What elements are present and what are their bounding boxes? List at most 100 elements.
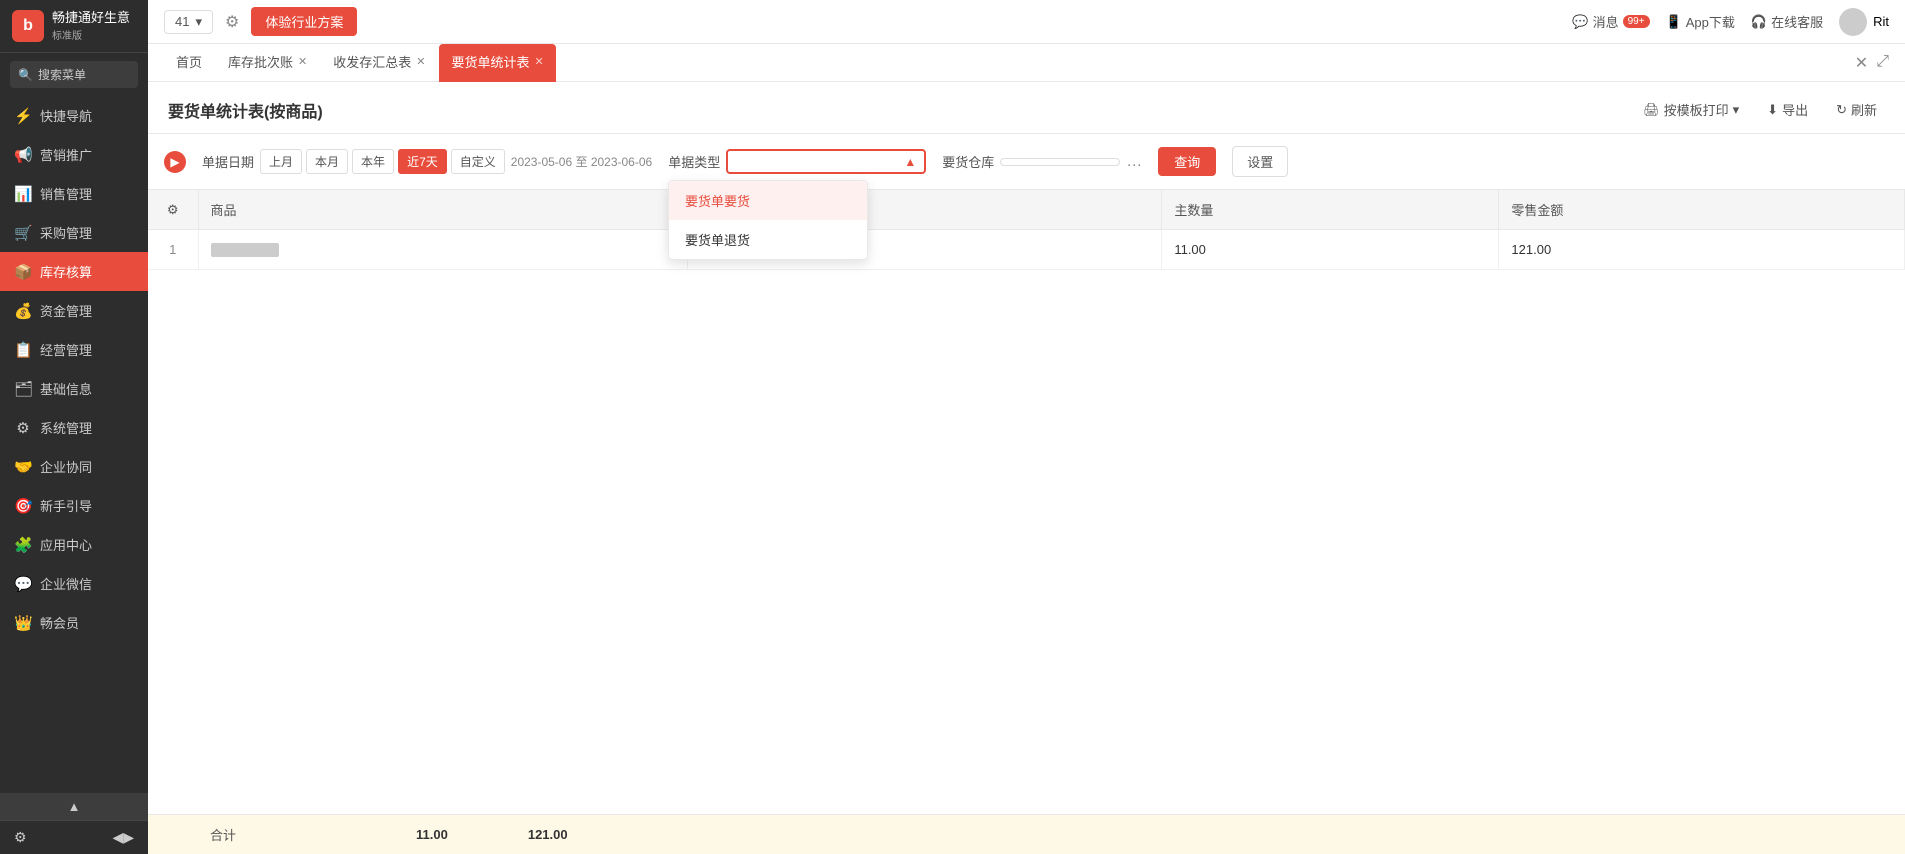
finance-icon: 💰: [14, 302, 32, 320]
enterprise-icon: 🤝: [14, 458, 32, 476]
warehouse-filter-group: 要货仓库 …: [942, 152, 1142, 171]
settings-icon[interactable]: ⚙: [14, 829, 27, 846]
sidebar-item-marketing[interactable]: 📢 营销推广: [0, 135, 148, 174]
sidebar-item-wechat[interactable]: 💬 企业微信: [0, 564, 148, 603]
online-service-btn[interactable]: 🎧 在线客服: [1751, 12, 1823, 31]
print-icon: 🖨: [1643, 102, 1660, 118]
topbar: 41 ▾ ⚙ 体验行业方案 💬 消息 99+ 📱 App下载 🎧 在线客服 Ri…: [148, 0, 1905, 44]
sidebar-item-quick-nav[interactable]: ⚡ 快捷导航: [0, 96, 148, 135]
query-button[interactable]: 查询: [1158, 147, 1216, 176]
tab-close-collection-summary[interactable]: ✕: [416, 55, 425, 68]
cell-amount: 121.00: [1499, 230, 1905, 270]
logo-area: b 畅捷通好生意 标准版: [0, 0, 148, 53]
date-last-month-btn[interactable]: 上月: [260, 149, 302, 174]
blurred-product-name: ████████: [211, 243, 279, 257]
refresh-icon: ↻: [1836, 102, 1847, 118]
message-btn[interactable]: 💬 消息 99+: [1572, 12, 1649, 31]
tab-collection-summary[interactable]: 收发存汇总表 ✕: [321, 44, 437, 82]
date-buttons: 上月 本月 本年 近7天 自定义: [260, 149, 505, 174]
avatar: [1839, 8, 1867, 36]
table-area: ⚙ 商品 主计量单位 主数量 零售金额 1 ████████ 块 11.: [148, 190, 1905, 814]
table-header-row: ⚙ 商品 主计量单位 主数量 零售金额: [148, 190, 1905, 230]
table-footer: 合计 11.00 121.00: [148, 814, 1905, 854]
sidebar-scroll-up[interactable]: ▲: [0, 793, 148, 820]
app-download-icon: 📱: [1666, 14, 1682, 30]
quick-nav-icon: ⚡: [14, 107, 32, 125]
sidebar-item-enterprise[interactable]: 🤝 企业协同: [0, 447, 148, 486]
search-menu[interactable]: 🔍 搜索菜单: [10, 61, 138, 88]
expand-filter-button[interactable]: ▶: [164, 151, 186, 173]
logo-icon: b: [12, 10, 44, 42]
date-this-month-btn[interactable]: 本月: [306, 149, 348, 174]
sidebar-item-guide[interactable]: 🎯 新手引导: [0, 486, 148, 525]
sidebar-footer: ⚙ ◀▶: [0, 820, 148, 854]
page-title: 要货单统计表(按商品): [168, 98, 323, 122]
marketing-icon: 📢: [14, 146, 32, 164]
tab-home[interactable]: 首页: [164, 44, 214, 82]
gear-icon[interactable]: ⚙: [225, 12, 239, 32]
trial-button[interactable]: 体验行业方案: [251, 7, 357, 36]
service-icon: 🎧: [1751, 14, 1767, 30]
warehouse-input[interactable]: [1000, 158, 1120, 166]
table-row: 1 ████████ 块 11.00 121.00: [148, 230, 1905, 270]
sidebar-item-purchase[interactable]: 🛒 采购管理: [0, 213, 148, 252]
type-dropdown: 要货单要货 要货单退货: [668, 180, 868, 260]
main-area: 41 ▾ ⚙ 体验行业方案 💬 消息 99+ 📱 App下载 🎧 在线客服 Ri…: [148, 0, 1905, 854]
tabs-controls: ✕ ⤢: [1855, 53, 1889, 73]
app-icon: 🧩: [14, 536, 32, 554]
message-icon: 💬: [1572, 14, 1588, 30]
sidebar-item-inventory[interactable]: 📦 库存核算: [0, 252, 148, 291]
sidebar-item-sales[interactable]: 📊 销售管理: [0, 174, 148, 213]
sidebar-item-operations[interactable]: 📋 经营管理: [0, 330, 148, 369]
sidebar-item-member[interactable]: 👑 畅会员: [0, 603, 148, 642]
sales-icon: 📊: [14, 185, 32, 203]
date-this-year-btn[interactable]: 本年: [352, 149, 394, 174]
purchase-icon: 🛒: [14, 224, 32, 242]
date-last-7days-btn[interactable]: 近7天: [398, 149, 447, 174]
cell-quantity: 11.00: [1162, 230, 1499, 270]
col-quantity: 主数量: [1162, 190, 1499, 230]
sidebar-item-base[interactable]: 🗂 基础信息: [0, 369, 148, 408]
page-actions: 🖨 按模板打印 ▾ ⬇ 导出 ↻ 刷新: [1635, 96, 1885, 123]
print-button[interactable]: 🖨 按模板打印 ▾: [1635, 96, 1747, 123]
guide-icon: 🎯: [14, 497, 32, 515]
more-filters-icon[interactable]: …: [1126, 153, 1142, 171]
setting-button[interactable]: 设置: [1232, 146, 1288, 177]
sidebar-nav: ⚡ 快捷导航 📢 营销推广 📊 销售管理 🛒 采购管理 📦 库存核算 💰 资金管…: [0, 96, 148, 793]
print-dropdown-icon: ▾: [1733, 102, 1740, 118]
date-custom-btn[interactable]: 自定义: [451, 149, 505, 174]
sidebar-item-app[interactable]: 🧩 应用中心: [0, 525, 148, 564]
cell-product: ████████: [198, 230, 688, 270]
type-filter-group: 单据类型 ▲: [668, 149, 926, 174]
app-download-btn[interactable]: 📱 App下载: [1666, 12, 1735, 31]
sidebar-item-system[interactable]: ⚙ 系统管理: [0, 408, 148, 447]
search-icon: 🔍: [18, 68, 33, 82]
content-area: 要货单统计表(按商品) 🖨 按模板打印 ▾ ⬇ 导出 ↻ 刷新 ▶: [148, 82, 1905, 854]
version-selector[interactable]: 41 ▾: [164, 10, 213, 34]
sidebar: b 畅捷通好生意 标准版 🔍 搜索菜单 ⚡ 快捷导航 📢 营销推广 📊 销售管理…: [0, 0, 148, 854]
dropdown-arrow-icon: ▾: [195, 14, 202, 30]
refresh-button[interactable]: ↻ 刷新: [1828, 96, 1885, 123]
dropdown-item-1[interactable]: 要货单退货: [669, 220, 867, 259]
user-area[interactable]: Rit: [1839, 8, 1889, 36]
type-select-arrow-icon: ▲: [904, 155, 916, 169]
export-button[interactable]: ⬇ 导出: [1759, 96, 1816, 123]
message-badge: 99+: [1623, 15, 1650, 28]
system-icon: ⚙: [14, 419, 32, 437]
tab-close-order-stats[interactable]: ✕: [535, 55, 544, 68]
operations-icon: 📋: [14, 341, 32, 359]
tab-close-all-icon[interactable]: ✕: [1855, 53, 1868, 73]
logo-text: 畅捷通好生意 标准版: [52, 10, 130, 42]
tab-close-inventory-batch[interactable]: ✕: [298, 55, 307, 68]
date-range-text: 2023-05-06 至 2023-06-06: [511, 153, 652, 170]
collapse-icon[interactable]: ◀▶: [112, 829, 134, 846]
dropdown-item-0[interactable]: 要货单要货: [669, 181, 867, 220]
sidebar-item-finance[interactable]: 💰 资金管理: [0, 291, 148, 330]
col-settings[interactable]: ⚙: [148, 190, 198, 230]
tab-inventory-batch[interactable]: 库存批次账 ✕: [216, 44, 319, 82]
type-select[interactable]: ▲: [726, 149, 926, 174]
page-header: 要货单统计表(按商品) 🖨 按模板打印 ▾ ⬇ 导出 ↻ 刷新: [148, 82, 1905, 134]
tab-expand-icon[interactable]: ⤢: [1876, 53, 1889, 73]
date-filter-group: 单据日期 上月 本月 本年 近7天 自定义 2023-05-06 至 2023-…: [202, 149, 652, 174]
tab-order-stats[interactable]: 要货单统计表 ✕: [439, 44, 555, 82]
